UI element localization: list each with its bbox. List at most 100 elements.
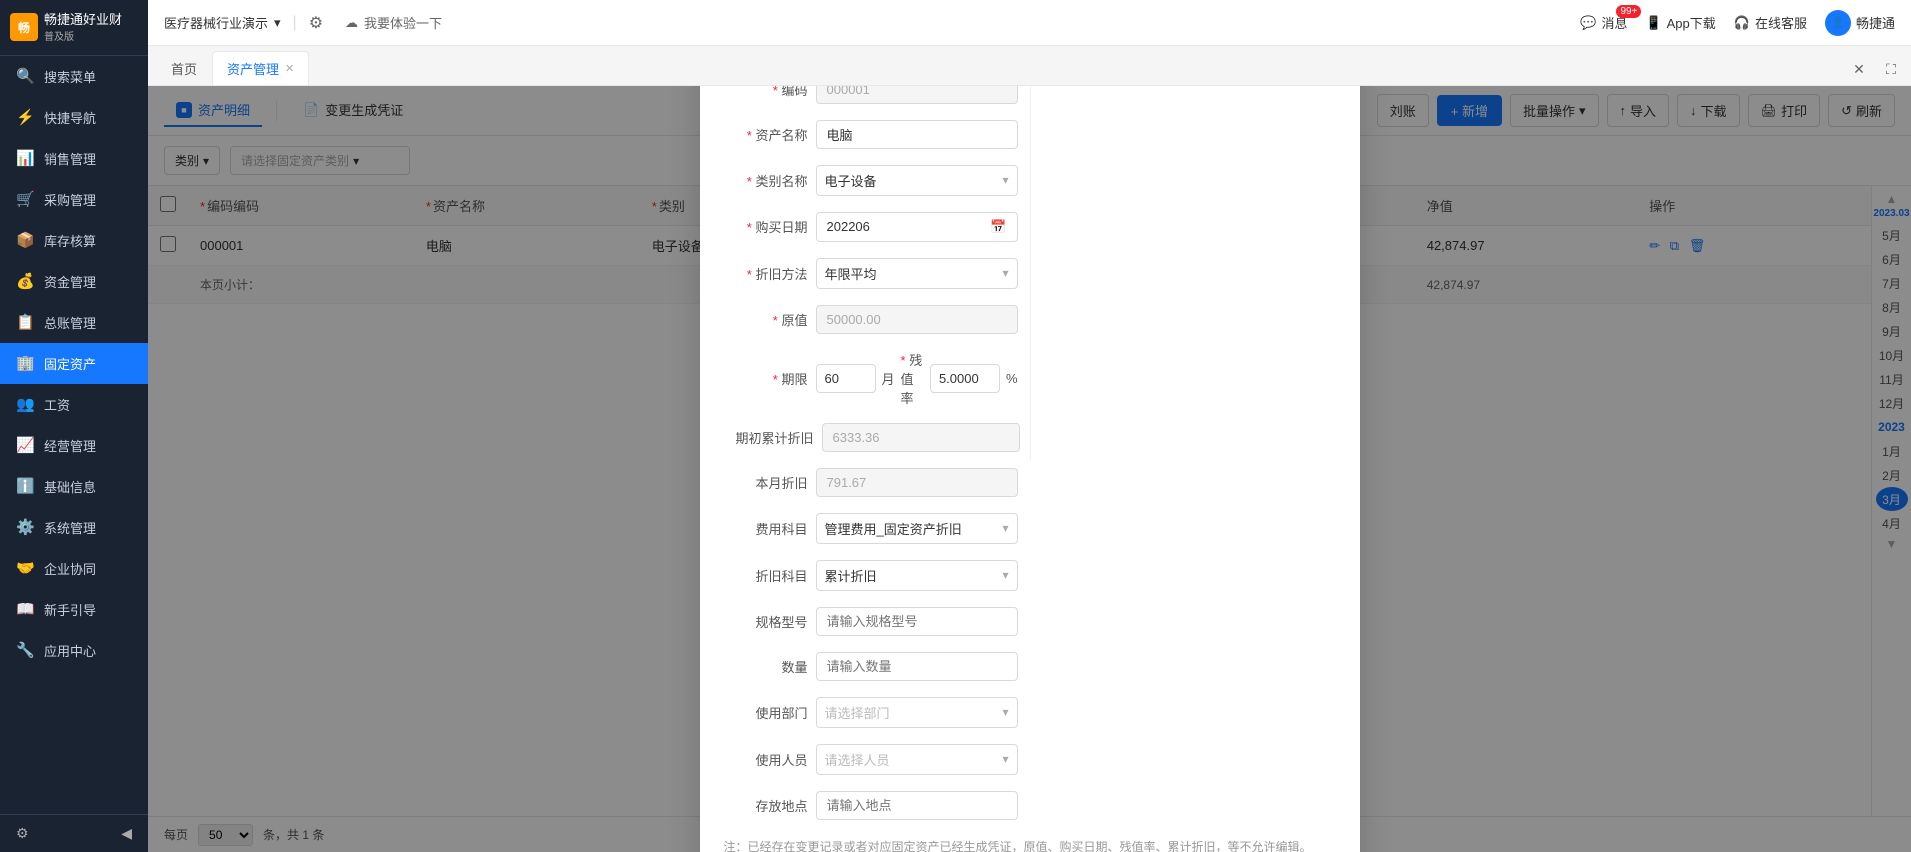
form-row-original-value: * 原值 [724, 297, 1030, 342]
sidebar-item-label: 库存核算 [44, 231, 96, 250]
residual-rate-unit: % [1006, 371, 1018, 386]
sidebar-item-ledger[interactable]: 📋 总账管理 [0, 302, 148, 343]
sidebar-item-fixedassets[interactable]: 🏢 固定资产 [0, 343, 148, 384]
sidebar-item-quicknav[interactable]: ⚡ 快捷导航 [0, 97, 148, 138]
user-name: 畅捷通 [1856, 13, 1895, 32]
logo-icon: 畅 [10, 13, 38, 41]
sidebar-item-label: 固定资产 [44, 354, 96, 373]
tab-window-close-icon[interactable]: ✕ [1847, 57, 1871, 81]
form-left-col: * 编码 * 资产名称 [724, 86, 1030, 460]
user-chevron-icon: ▾ [1002, 752, 1008, 766]
online-service-label: 在线客服 [1755, 13, 1807, 32]
expense-subject-label: 费用科目 [736, 519, 808, 538]
app-download-label: App下载 [1667, 13, 1716, 32]
sidebar-item-system[interactable]: ⚙️ 系统管理 [0, 507, 148, 548]
dept-select[interactable]: 请选择部门 ▾ [816, 697, 1018, 728]
dep-method-label: * 折旧方法 [736, 264, 808, 283]
modal-overlay: 编辑固定资产 ✕ * 编码 [148, 86, 1911, 852]
sidebar-item-salary[interactable]: 👥 工资 [0, 384, 148, 425]
tab-close-icon[interactable]: ✕ [285, 62, 294, 75]
expense-subject-select[interactable]: 管理费用_固定资产折旧 ▾ [816, 513, 1018, 544]
spec-label: 规格型号 [736, 612, 808, 631]
sidebar-item-search[interactable]: 🔍 搜索菜单 [0, 56, 148, 97]
dep-subject-chevron-icon: ▾ [1002, 568, 1008, 582]
period-label: * 期限 [736, 369, 808, 388]
basic-icon: ℹ️ [16, 477, 34, 495]
residual-rate-input[interactable] [930, 364, 1000, 393]
code-input[interactable] [816, 86, 1018, 104]
tab-home[interactable]: 首页 [156, 51, 212, 85]
salary-icon: 👥 [16, 395, 34, 413]
experience-btn[interactable]: ☁ 我要体验一下 [345, 13, 442, 32]
sidebar-item-label: 应用中心 [44, 641, 96, 660]
sidebar: 畅 畅捷通好业财 普及版 🔍 搜索菜单 ⚡ 快捷导航 📊 销售管理 🛒 采购管理… [0, 0, 148, 852]
search-icon: 🔍 [16, 67, 34, 85]
dept-label: 使用部门 [736, 703, 808, 722]
dep-method-select[interactable]: 年限平均 ▾ [816, 258, 1018, 289]
finance-icon: 💰 [16, 272, 34, 290]
tab-maximize-icon[interactable]: ⛶ [1879, 57, 1903, 81]
user-select[interactable]: 请选择人员 ▾ [816, 744, 1018, 775]
sidebar-item-label: 总账管理 [44, 313, 96, 332]
category-chevron-icon: ▾ [1002, 173, 1008, 187]
category-select[interactable]: 电子设备 ▾ [816, 165, 1018, 196]
sidebar-item-inventory[interactable]: 📦 库存核算 [0, 220, 148, 261]
form-grid: * 编码 * 资产名称 [724, 86, 1336, 828]
period-input[interactable] [816, 364, 876, 393]
topbar-right: 💬 消息 99+ 📱 App下载 🎧 在线客服 👤 畅捷通 [1580, 10, 1895, 36]
sidebar-item-label: 工资 [44, 395, 70, 414]
location-input[interactable] [816, 791, 1018, 820]
topbar-separator: | [293, 14, 297, 32]
period-group: 月 * 残值率 % [816, 350, 1018, 407]
service-icon: 🎧 [1734, 15, 1750, 31]
dept-chevron-icon: ▾ [1002, 705, 1008, 719]
page-content: ■ 资产明细 📄 变更生成凭证 刘账 + 新增 批量操作 [148, 86, 1911, 852]
quantity-label: 数量 [736, 657, 808, 676]
spec-input[interactable] [816, 607, 1018, 636]
expense-subject-chevron-icon: ▾ [1002, 521, 1008, 535]
system-icon: ⚙️ [16, 518, 34, 536]
sidebar-nav: 🔍 搜索菜单 ⚡ 快捷导航 📊 销售管理 🛒 采购管理 📦 库存核算 💰 资金管… [0, 56, 148, 814]
content-area: ■ 资产明细 📄 变更生成凭证 刘账 + 新增 批量操作 [148, 86, 1911, 852]
purchase-icon: 🛒 [16, 190, 34, 208]
ledger-icon: 📋 [16, 313, 34, 331]
form-right-col: 本月折旧 费用科目 管理费用_固定资产折旧 ▾ [724, 460, 1030, 828]
sidebar-item-sales[interactable]: 📊 销售管理 [0, 138, 148, 179]
form-row-dep-method: * 折旧方法 年限平均 ▾ [724, 250, 1030, 297]
purchase-date-input[interactable]: 202206 📅 [816, 212, 1018, 242]
modal-body: * 编码 * 资产名称 [700, 86, 1360, 838]
tab-asset-management[interactable]: 资产管理 ✕ [212, 51, 309, 85]
app-download-btn[interactable]: 📱 App下载 [1645, 13, 1715, 32]
collapse-icon[interactable]: ◀ [121, 825, 132, 842]
avatar: 👤 [1825, 10, 1851, 36]
tabbar-right: ✕ ⛶ [1847, 57, 1903, 85]
online-service-btn[interactable]: 🎧 在线客服 [1734, 13, 1807, 32]
sidebar-item-collab[interactable]: 🤝 企业协同 [0, 548, 148, 589]
sidebar-item-appstore[interactable]: 🔧 应用中心 [0, 630, 148, 671]
form-row-dep-subject: 折旧科目 累计折旧 ▾ [724, 552, 1030, 599]
asset-name-input[interactable] [816, 120, 1018, 149]
company-chevron-icon: ▾ [274, 15, 281, 31]
dep-subject-select[interactable]: 累计折旧 ▾ [816, 560, 1018, 591]
form-row-monthly-dep: 本月折旧 [724, 460, 1030, 505]
messages-btn[interactable]: 💬 消息 99+ [1580, 13, 1627, 32]
sidebar-item-operation[interactable]: 📈 经营管理 [0, 425, 148, 466]
company-selector[interactable]: 医疗器械行业演示 ▾ [164, 13, 281, 32]
monthly-dep-input [816, 468, 1018, 497]
sidebar-item-label: 快捷导航 [44, 108, 96, 127]
initial-dep-input[interactable] [822, 423, 1020, 452]
sidebar-item-finance[interactable]: 💰 资金管理 [0, 261, 148, 302]
settings-icon[interactable]: ⚙ [16, 825, 29, 842]
form-row-location: 存放地点 [724, 783, 1030, 828]
collab-icon: 🤝 [16, 559, 34, 577]
sidebar-item-basic[interactable]: ℹ️ 基础信息 [0, 466, 148, 507]
inventory-icon: 📦 [16, 231, 34, 249]
user-avatar[interactable]: 👤 畅捷通 [1825, 10, 1895, 36]
original-value-input[interactable] [816, 305, 1018, 334]
quantity-input[interactable] [816, 652, 1018, 681]
sidebar-item-label: 基础信息 [44, 477, 96, 496]
company-settings-icon[interactable]: ⚙ [309, 13, 323, 33]
sidebar-item-purchase[interactable]: 🛒 采购管理 [0, 179, 148, 220]
sidebar-item-guide[interactable]: 📖 新手引导 [0, 589, 148, 630]
monthly-dep-label: 本月折旧 [736, 473, 808, 492]
